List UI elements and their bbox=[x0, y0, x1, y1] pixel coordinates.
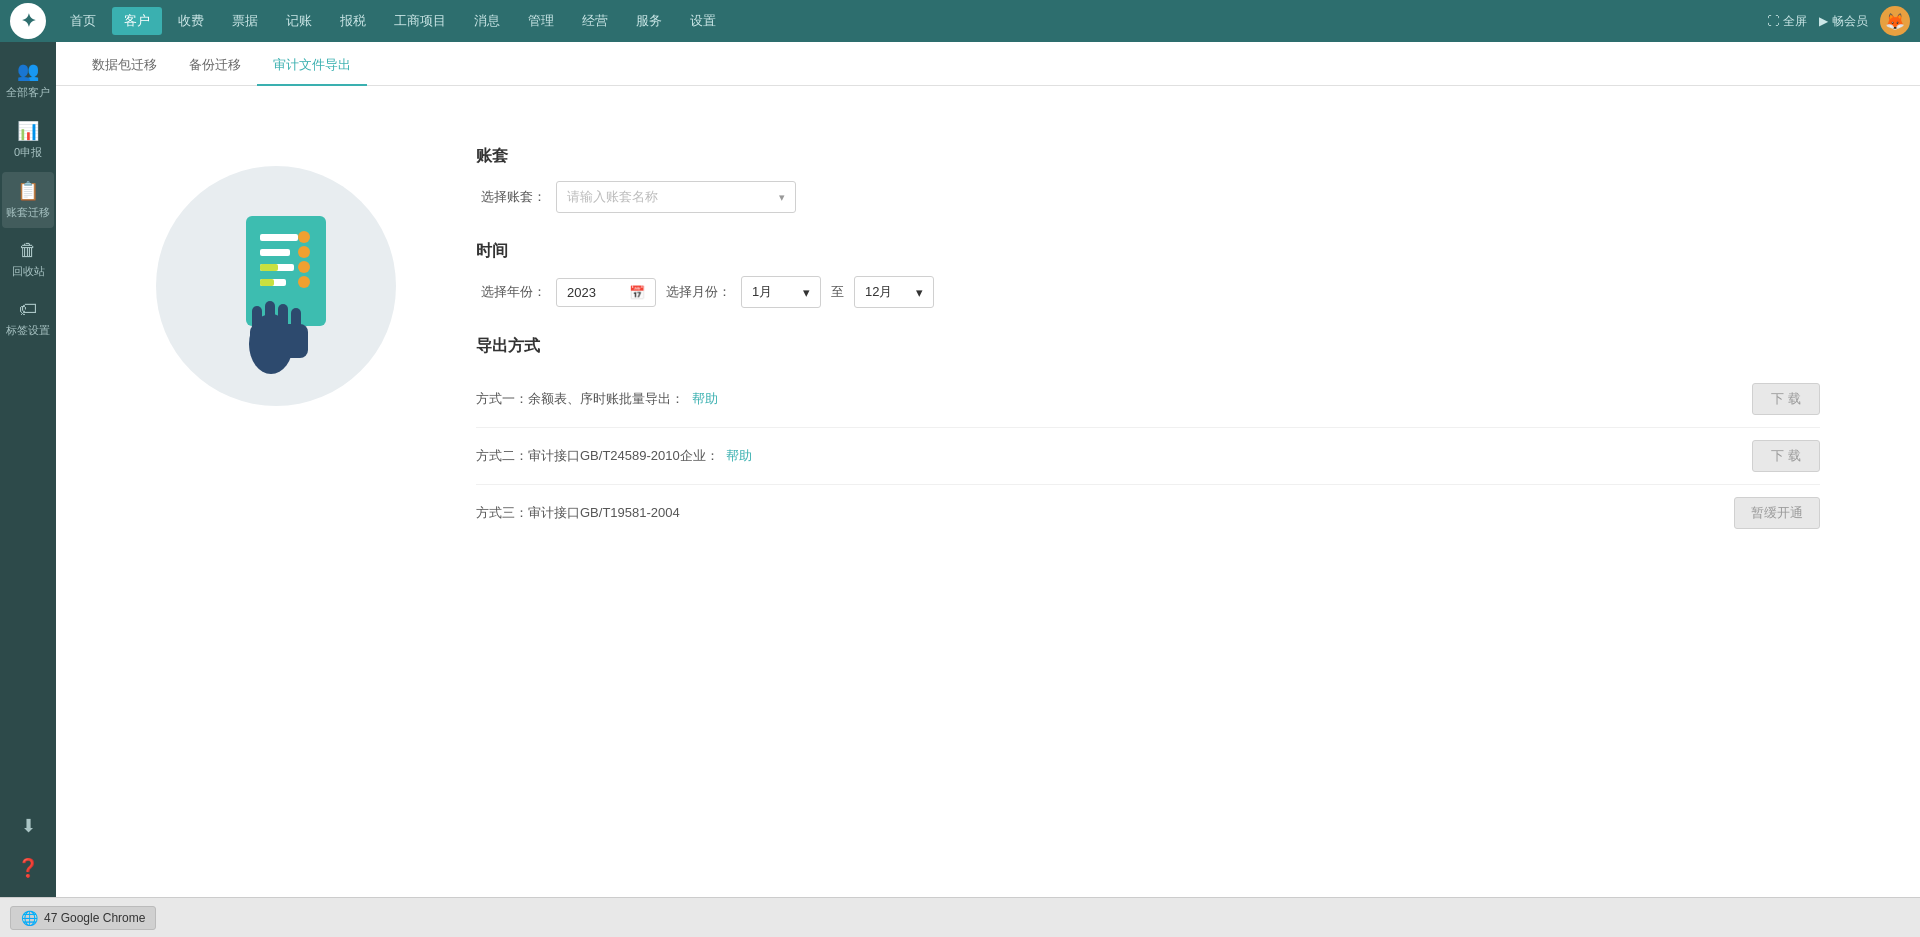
sidebar-bottom: ⬇ ❓ bbox=[2, 807, 54, 897]
method1-desc: 方式一：余额表、序时账批量导出： 帮助 bbox=[476, 390, 718, 408]
nav-items: 首页 客户 收费 票据 记账 报税 工商项目 消息 管理 经营 服务 设置 bbox=[58, 7, 1767, 35]
user-avatar[interactable]: 🦊 bbox=[1880, 6, 1910, 36]
top-navigation: ✦ 首页 客户 收费 票据 记账 报税 工商项目 消息 管理 经营 服务 设置 … bbox=[0, 0, 1920, 42]
fullscreen-button[interactable]: ⛶ 全屏 bbox=[1767, 13, 1807, 30]
time-section: 时间 选择年份： 2023 📅 选择月份： 1月 ▾ 至 bbox=[476, 241, 1820, 308]
illustration-svg bbox=[196, 196, 356, 376]
nav-collection[interactable]: 收费 bbox=[166, 7, 216, 35]
svg-point-6 bbox=[298, 246, 310, 258]
sidebar-item-recycle[interactable]: 🗑 回收站 bbox=[2, 232, 54, 287]
download-icon: ⬇ bbox=[21, 815, 36, 837]
tag-settings-icon: 🏷 bbox=[19, 299, 37, 320]
account-section: 账套 选择账套： 请输入账套名称 ▾ bbox=[476, 146, 1820, 213]
nav-message[interactable]: 消息 bbox=[462, 7, 512, 35]
account-select[interactable]: 请输入账套名称 ▾ bbox=[556, 181, 796, 213]
start-month-arrow-icon: ▾ bbox=[803, 285, 810, 300]
chrome-label: 47 Google Chrome bbox=[44, 911, 145, 925]
method1-download-button[interactable]: 下 载 bbox=[1752, 383, 1820, 415]
tab-data-migrate[interactable]: 数据包迁移 bbox=[76, 46, 173, 86]
svg-rect-9 bbox=[260, 264, 278, 271]
member-button[interactable]: ▶ 畅会员 bbox=[1819, 13, 1868, 30]
svg-point-8 bbox=[298, 276, 310, 288]
method1-help-link[interactable]: 帮助 bbox=[692, 391, 718, 406]
method2-download-button[interactable]: 下 载 bbox=[1752, 440, 1820, 472]
year-value: 2023 bbox=[567, 285, 623, 300]
taskbar-chrome[interactable]: 🌐 47 Google Chrome bbox=[10, 906, 156, 930]
svg-rect-10 bbox=[260, 279, 274, 286]
nav-customer[interactable]: 客户 bbox=[112, 7, 162, 35]
nav-business[interactable]: 工商项目 bbox=[382, 7, 458, 35]
method2-help-link[interactable]: 帮助 bbox=[726, 448, 752, 463]
year-input[interactable]: 2023 📅 bbox=[556, 278, 656, 307]
form-area: 账套 选择账套： 请输入账套名称 ▾ 时间 选择年份： bbox=[436, 126, 1860, 857]
account-section-title: 账套 bbox=[476, 146, 1820, 167]
app-logo[interactable]: ✦ bbox=[10, 3, 46, 39]
play-icon: ▶ bbox=[1819, 14, 1828, 28]
account-select-label: 选择账套： bbox=[476, 188, 546, 206]
nav-accounting[interactable]: 记账 bbox=[274, 7, 324, 35]
export-section-title: 导出方式 bbox=[476, 336, 1820, 357]
help-icon: ❓ bbox=[17, 857, 39, 879]
sidebar-item-zero-report[interactable]: 📊 0申报 bbox=[2, 112, 54, 168]
start-month-value: 1月 bbox=[752, 283, 772, 301]
month-label: 选择月份： bbox=[666, 283, 731, 301]
tab-audit-export[interactable]: 审计文件导出 bbox=[257, 46, 367, 86]
nav-right: ⛶ 全屏 ▶ 畅会员 🦊 bbox=[1767, 6, 1910, 36]
fullscreen-icon: ⛶ bbox=[1767, 14, 1779, 28]
all-clients-icon: 👥 bbox=[17, 60, 39, 82]
page-content: 账套 选择账套： 请输入账套名称 ▾ 时间 选择年份： bbox=[56, 86, 1920, 897]
illustration-area bbox=[116, 126, 436, 857]
export-method-3: 方式三：审计接口GB/T19581-2004 暂缓开通 bbox=[476, 485, 1820, 541]
recycle-icon: 🗑 bbox=[19, 240, 37, 261]
svg-rect-16 bbox=[250, 324, 308, 358]
method2-desc: 方式二：审计接口GB/T24589-2010企业： 帮助 bbox=[476, 447, 752, 465]
svg-point-7 bbox=[298, 261, 310, 273]
logo-icon: ✦ bbox=[21, 10, 36, 32]
sidebar-help[interactable]: ❓ bbox=[2, 849, 54, 887]
method3-desc: 方式三：审计接口GB/T19581-2004 bbox=[476, 504, 680, 522]
time-row: 选择年份： 2023 📅 选择月份： 1月 ▾ 至 12月 bbox=[476, 276, 1820, 308]
sidebar-download[interactable]: ⬇ bbox=[2, 807, 54, 845]
nav-management[interactable]: 管理 bbox=[516, 7, 566, 35]
export-section: 导出方式 方式一：余额表、序时账批量导出： 帮助 下 载 方式二：审计接口GB/… bbox=[476, 336, 1820, 541]
taskbar: 🌐 47 Google Chrome bbox=[0, 897, 1920, 937]
start-month-select[interactable]: 1月 ▾ bbox=[741, 276, 821, 308]
account-select-row: 选择账套： 请输入账套名称 ▾ bbox=[476, 181, 1820, 213]
zero-report-icon: 📊 bbox=[17, 120, 39, 142]
sidebar-item-tag-settings[interactable]: 🏷 标签设置 bbox=[2, 291, 54, 346]
account-select-placeholder: 请输入账套名称 bbox=[567, 188, 658, 206]
content-area: 数据包迁移 备份迁移 审计文件导出 bbox=[56, 42, 1920, 897]
chrome-icon: 🌐 bbox=[21, 910, 38, 926]
nav-service[interactable]: 服务 bbox=[624, 7, 674, 35]
account-select-arrow-icon: ▾ bbox=[779, 191, 785, 204]
nav-settings[interactable]: 设置 bbox=[678, 7, 728, 35]
sidebar-item-all-clients[interactable]: 👥 全部客户 bbox=[2, 52, 54, 108]
end-month-value: 12月 bbox=[865, 283, 892, 301]
sidebar-item-account-migrate[interactable]: 📋 账套迁移 bbox=[2, 172, 54, 228]
to-text: 至 bbox=[831, 283, 844, 301]
export-method-1: 方式一：余额表、序时账批量导出： 帮助 下 载 bbox=[476, 371, 1820, 428]
method3-coming-soon-button[interactable]: 暂缓开通 bbox=[1734, 497, 1820, 529]
svg-rect-1 bbox=[260, 234, 298, 241]
illustration-circle bbox=[156, 166, 396, 406]
nav-operation[interactable]: 经营 bbox=[570, 7, 620, 35]
svg-point-5 bbox=[298, 231, 310, 243]
year-label: 选择年份： bbox=[476, 283, 546, 301]
tab-backup-migrate[interactable]: 备份迁移 bbox=[173, 46, 257, 86]
end-month-arrow-icon: ▾ bbox=[916, 285, 923, 300]
end-month-select[interactable]: 12月 ▾ bbox=[854, 276, 934, 308]
nav-invoice[interactable]: 票据 bbox=[220, 7, 270, 35]
nav-tax[interactable]: 报税 bbox=[328, 7, 378, 35]
nav-home[interactable]: 首页 bbox=[58, 7, 108, 35]
calendar-icon: 📅 bbox=[629, 285, 645, 300]
tab-bar: 数据包迁移 备份迁移 审计文件导出 bbox=[56, 42, 1920, 86]
sidebar: 👥 全部客户 📊 0申报 📋 账套迁移 🗑 回收站 🏷 标签设置 ⬇ ❓ bbox=[0, 42, 56, 897]
account-migrate-icon: 📋 bbox=[17, 180, 39, 202]
time-section-title: 时间 bbox=[476, 241, 1820, 262]
svg-rect-2 bbox=[260, 249, 290, 256]
export-method-2: 方式二：审计接口GB/T24589-2010企业： 帮助 下 载 bbox=[476, 428, 1820, 485]
main-layout: 👥 全部客户 📊 0申报 📋 账套迁移 🗑 回收站 🏷 标签设置 ⬇ ❓ bbox=[0, 42, 1920, 897]
